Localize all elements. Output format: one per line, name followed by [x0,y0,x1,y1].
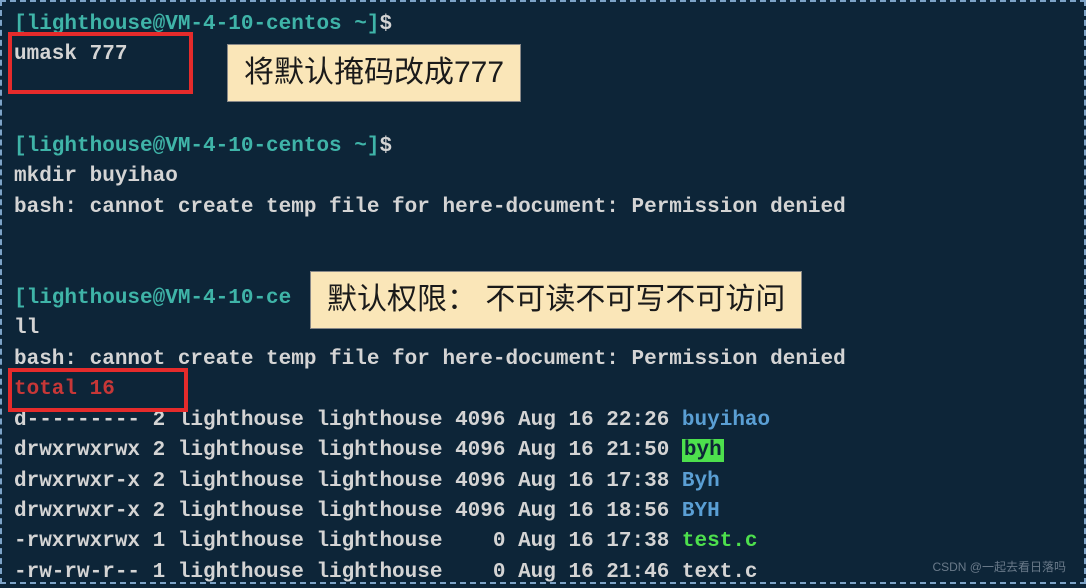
prompt-user: [lighthouse@VM-4-10-centos ~] [14,13,379,36]
blank-line [14,223,1072,253]
terminal-line: bash: cannot create temp file for here-d… [14,193,1072,223]
annotation-permission: 默认权限： 不可读不可写不可访问 [310,271,802,329]
watermark: CSDN @一起去看日落吗 [932,559,1066,576]
file-listing: d--------- 2 lighthouse lighthouse 4096 … [14,406,1072,588]
prompt-dollar: $ [379,135,392,158]
prompt-user: [lighthouse@VM-4-10-centos ~] [14,135,379,158]
blank-line [14,71,1072,101]
blank-line [14,101,1072,131]
terminal-line: bash: cannot create temp file for here-d… [14,345,1072,375]
list-row: -rwxrwxrwx 1 lighthouse lighthouse 0 Aug… [14,527,1072,557]
terminal-line: [lighthouse@VM-4-10-centos ~]$ [14,132,1072,162]
list-row: drwxrwxr-x 2 lighthouse lighthouse 4096 … [14,467,1072,497]
prompt-user: [lighthouse@VM-4-10-ce [14,287,291,310]
terminal-line: total 16 [14,375,1072,405]
prompt-dollar: $ [379,13,392,36]
terminal-line: [lighthouse@VM-4-10-centos ~]$ [14,10,1072,40]
list-row: -rw-rw-r-- 1 lighthouse lighthouse 0 Aug… [14,558,1072,588]
list-row: drwxrwxrwx 2 lighthouse lighthouse 4096 … [14,436,1072,466]
terminal-line: mkdir buyihao [14,162,1072,192]
list-row: drwxrwxr-x 2 lighthouse lighthouse 4096 … [14,497,1072,527]
terminal-line: umask 777 [14,40,1072,70]
annotation-umask: 将默认掩码改成777 [227,44,521,102]
list-row: d--------- 2 lighthouse lighthouse 4096 … [14,406,1072,436]
